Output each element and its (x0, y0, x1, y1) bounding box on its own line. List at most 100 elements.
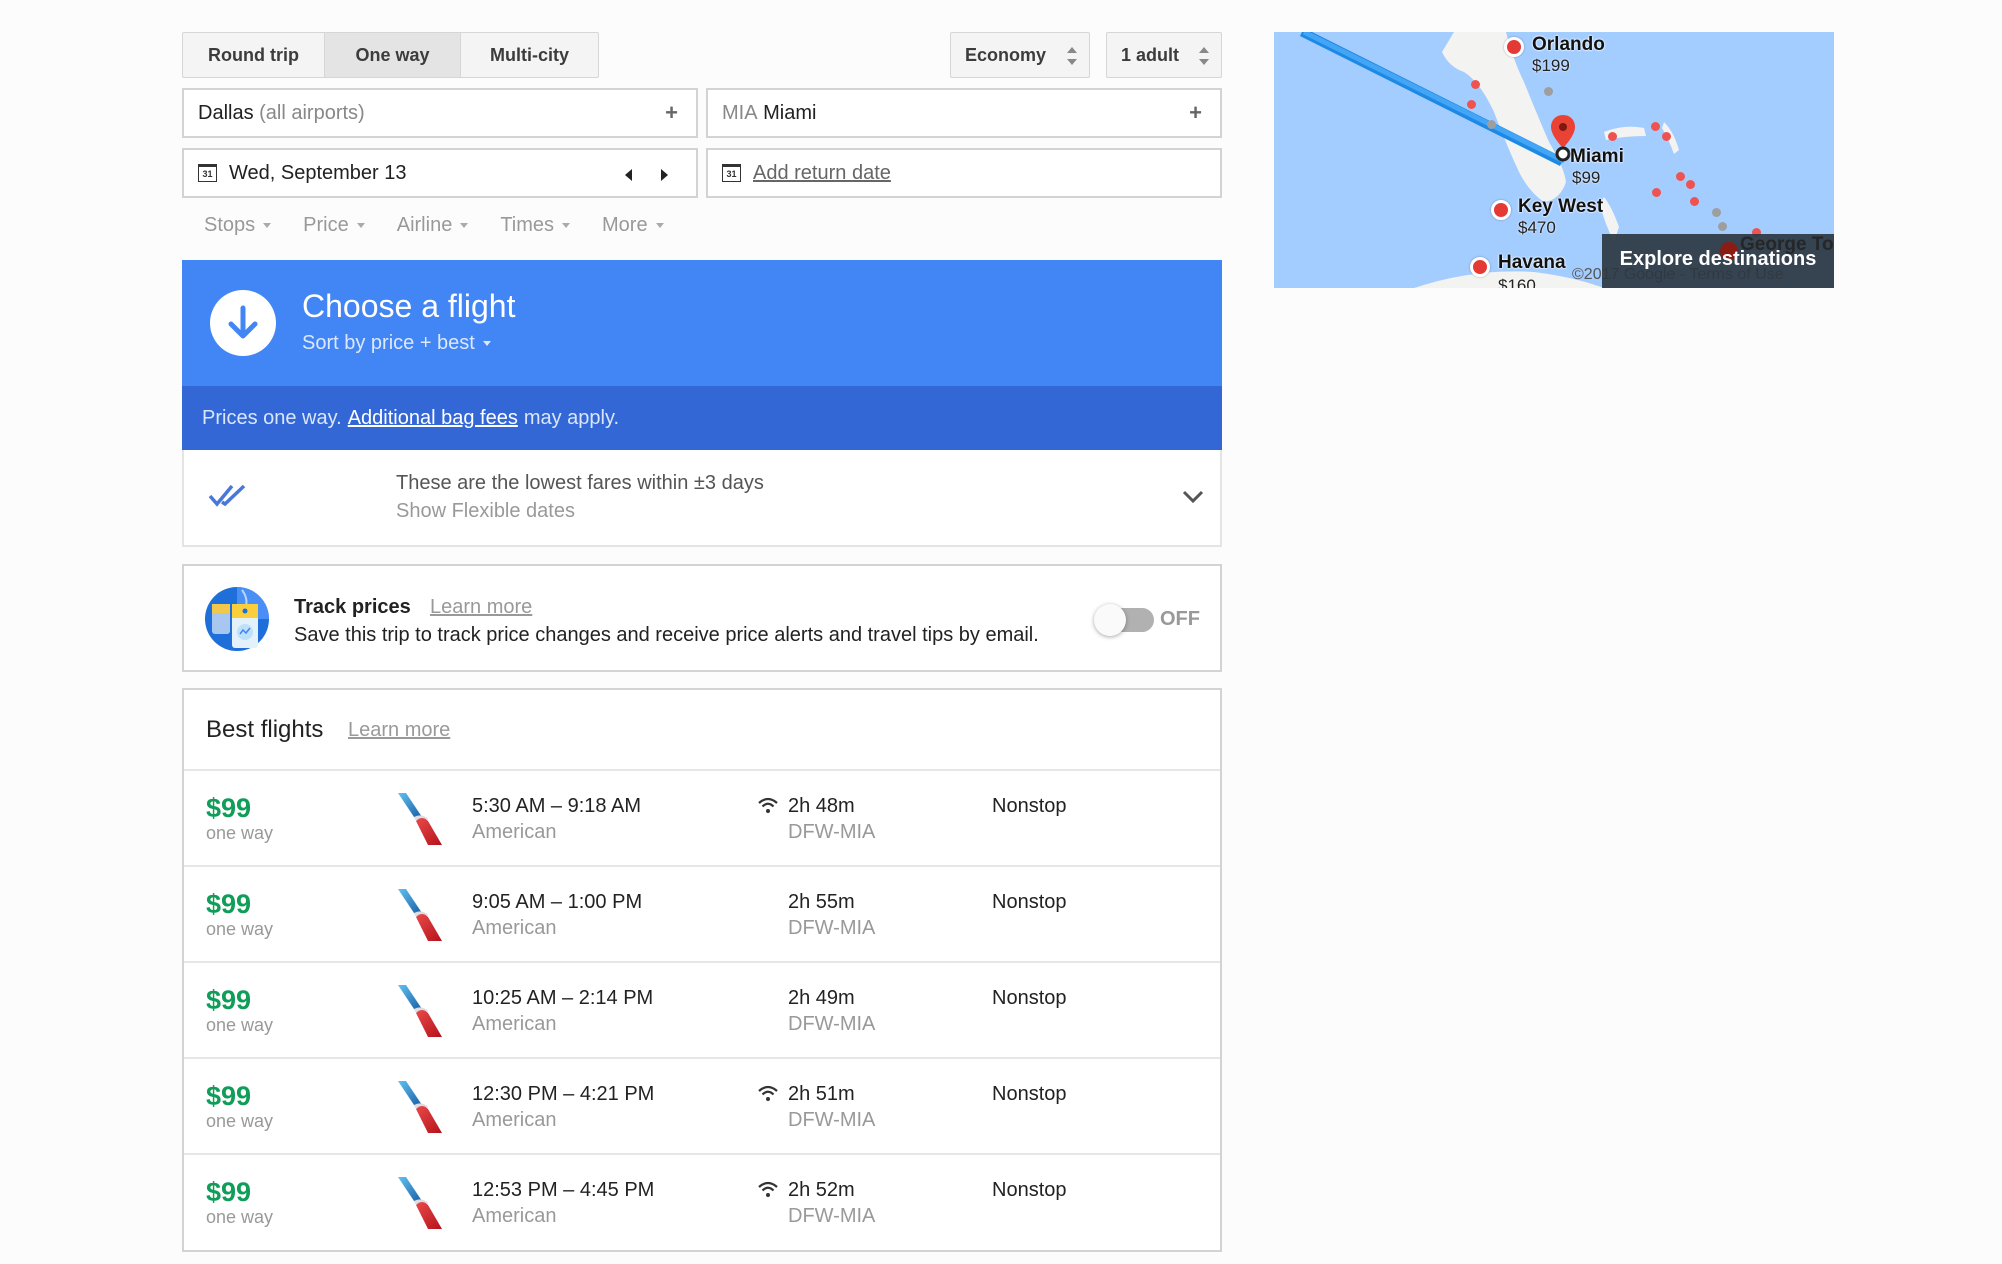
flexible-dates-panel[interactable]: These are the lowest fares within ±3 day… (182, 450, 1222, 547)
american-airlines-logo-icon (398, 793, 442, 845)
caret-down-icon (655, 223, 664, 228)
flight-row[interactable]: $99 one way 12:53 PM – 4:45 PM American … (184, 1155, 1220, 1251)
caret-down-icon (482, 341, 491, 346)
key-west-marker[interactable] (1491, 200, 1511, 220)
map-marker[interactable] (1712, 208, 1721, 217)
choose-flight-header: Choose a flight Sort by price + best (182, 260, 1222, 386)
wifi-icon (758, 797, 778, 813)
bag-fees-link[interactable]: Additional bag fees (348, 407, 518, 430)
flight-duration: 2h 51m (788, 1083, 855, 1105)
best-flights-title: Best flights (206, 716, 324, 743)
origin-field[interactable]: Dallas (all airports) + (182, 88, 698, 138)
best-flights-learn-more-link[interactable]: Learn more (348, 719, 450, 742)
depart-date-value: Wed, September 13 (229, 161, 407, 184)
toggle-knob (1094, 604, 1126, 636)
price-note: one way (206, 1015, 274, 1035)
bag-fees-note: Prices one way. Additional bag fees may … (182, 386, 1222, 450)
filter-more[interactable]: More (602, 214, 664, 237)
havana-marker[interactable] (1470, 257, 1490, 277)
filter-label: Price (303, 214, 349, 236)
map-marker[interactable] (1690, 197, 1699, 206)
american-airlines-logo-icon (398, 1177, 442, 1229)
add-return-date-link[interactable]: Add return date (753, 162, 891, 185)
filter-stops[interactable]: Stops (204, 214, 272, 237)
passengers-select[interactable]: 1 adult (1106, 32, 1222, 78)
destinations-map[interactable]: Orlando $199 Miami $99 Key West $470 Hav… (1274, 32, 1834, 288)
flight-row[interactable]: $99 one way 12:30 PM – 4:21 PM American … (184, 1059, 1220, 1155)
american-airlines-logo-icon (398, 985, 442, 1037)
flight-price: $99 (206, 985, 252, 1015)
flight-route: DFW-MIA (788, 1013, 876, 1035)
map-marker[interactable] (1651, 122, 1660, 131)
flight-route: DFW-MIA (788, 917, 876, 939)
sort-label: Sort by price + best (302, 332, 475, 354)
map-marker[interactable] (1608, 132, 1617, 141)
map-marker[interactable] (1662, 132, 1671, 141)
flight-stops: Nonstop (992, 891, 1067, 913)
map-marker[interactable] (1487, 120, 1496, 129)
flight-times: 5:30 AM – 9:18 AM (472, 795, 641, 817)
map-marker[interactable] (1467, 100, 1476, 109)
flight-stops: Nonstop (992, 987, 1067, 1009)
multi-city-button[interactable]: Multi-city (461, 33, 598, 77)
round-trip-button[interactable]: Round trip (183, 33, 325, 77)
one-way-button[interactable]: One way (325, 33, 461, 77)
map-marker[interactable] (1676, 172, 1685, 181)
flight-duration: 2h 52m (788, 1179, 855, 1201)
flight-times: 12:30 PM – 4:21 PM (472, 1083, 655, 1105)
orlando-marker[interactable] (1504, 37, 1524, 57)
flight-stops: Nonstop (992, 1083, 1067, 1105)
map-city-price: $160 (1498, 276, 1536, 288)
destination-field[interactable]: MIA Miami + (706, 88, 1222, 138)
add-origin-icon[interactable]: + (665, 100, 678, 126)
flight-row[interactable]: $99 one way 10:25 AM – 2:14 PM American … (184, 963, 1220, 1059)
track-prices-title: Track prices (294, 596, 411, 618)
sort-dropdown[interactable]: Sort by price + best (302, 332, 491, 355)
add-destination-icon[interactable]: + (1189, 100, 1202, 126)
filter-label: More (602, 214, 648, 236)
flight-stops: Nonstop (992, 795, 1067, 817)
flight-row[interactable]: $99 one way 5:30 AM – 9:18 AM American 2… (184, 771, 1220, 867)
sort-updown-icon (1199, 47, 1209, 65)
filter-bar: Stops Price Airline Times More (204, 214, 696, 237)
flight-duration: 2h 48m (788, 795, 855, 817)
filter-label: Airline (396, 214, 453, 236)
depart-date-field[interactable]: 31 Wed, September 13 (182, 148, 698, 198)
map-marker[interactable] (1652, 188, 1661, 197)
trip-type-selector: Round trip One way Multi-city (182, 32, 599, 78)
cabin-class-select[interactable]: Economy (950, 32, 1090, 78)
track-learn-more-link[interactable]: Learn more (430, 596, 532, 619)
map-marker[interactable] (1471, 80, 1480, 89)
track-prices-toggle[interactable] (1094, 604, 1160, 636)
map-marker[interactable] (1718, 222, 1727, 231)
airline-name: American (472, 917, 557, 939)
filter-price[interactable]: Price (303, 214, 365, 237)
previous-date-icon[interactable] (625, 169, 632, 181)
page-title: Choose a flight (302, 288, 516, 324)
flight-row[interactable]: $99 one way 9:05 AM – 1:00 PM American 2… (184, 867, 1220, 963)
map-city-label: Miami (1570, 146, 1624, 167)
map-city-price: $199 (1532, 56, 1570, 75)
map-marker[interactable] (1544, 87, 1553, 96)
chevron-down-icon[interactable] (1182, 490, 1204, 504)
flight-price: $99 (206, 793, 252, 823)
filter-times[interactable]: Times (500, 214, 571, 237)
filter-airline[interactable]: Airline (397, 214, 469, 237)
price-tag-icon (205, 587, 269, 651)
next-date-icon[interactable] (661, 169, 668, 181)
map-city-price: $99 (1572, 168, 1601, 187)
return-date-field[interactable]: 31 Add return date (706, 148, 1222, 198)
double-check-icon (208, 484, 246, 507)
toggle-state-label: OFF (1160, 608, 1200, 630)
map-marker[interactable] (1686, 180, 1695, 189)
show-flexible-dates-link[interactable]: Show Flexible dates (396, 500, 575, 523)
airline-name: American (472, 1013, 557, 1035)
explore-destinations-button[interactable]: George To Explore destinations (1602, 234, 1834, 288)
american-airlines-logo-icon (398, 889, 442, 941)
map-city-label: Key West (1518, 196, 1604, 217)
airline-name: American (472, 1205, 557, 1227)
caret-down-icon (460, 223, 469, 228)
flight-times: 12:53 PM – 4:45 PM (472, 1179, 655, 1201)
flexible-dates-text: These are the lowest fares within ±3 day… (396, 472, 764, 494)
price-note: one way (206, 919, 274, 939)
